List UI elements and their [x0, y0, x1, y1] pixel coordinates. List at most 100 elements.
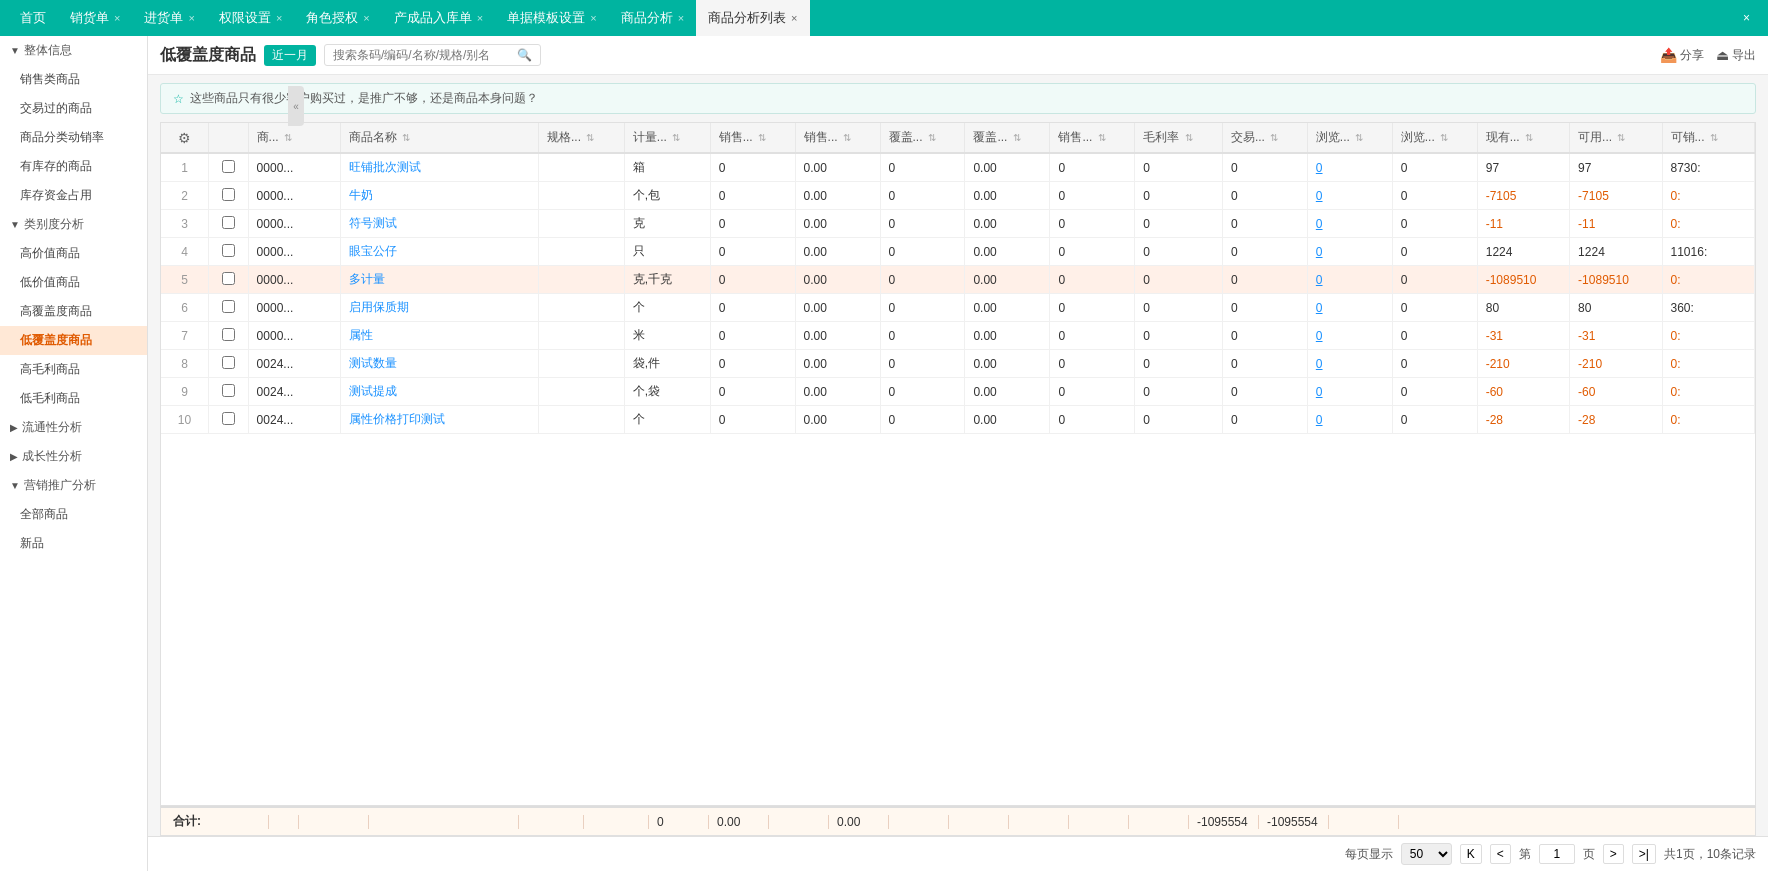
browse-link[interactable]: 0	[1316, 217, 1323, 231]
product-spec	[539, 266, 625, 294]
browse-link[interactable]: 0	[1316, 357, 1323, 371]
browse-link[interactable]: 0	[1316, 245, 1323, 259]
search-input[interactable]	[333, 48, 513, 62]
sidebar-item-inventory-products[interactable]: 有库存的商品	[0, 152, 147, 181]
row-checkbox[interactable]	[222, 244, 235, 257]
header-actions: 📤 分享 ⏏ 导出	[1660, 47, 1756, 64]
available-stock: 1224	[1570, 238, 1662, 266]
close-icon[interactable]: ×	[276, 12, 282, 24]
nav-product-analysis[interactable]: 商品分析 ×	[609, 0, 696, 36]
nav-role-auth[interactable]: 角色授权 ×	[294, 0, 381, 36]
sidebar-item-low-coverage[interactable]: 低覆盖度商品	[0, 326, 147, 355]
th-settings[interactable]: ⚙	[161, 123, 209, 153]
sidebar-item-low-value[interactable]: 低价值商品	[0, 268, 147, 297]
browse-link[interactable]: 0	[1316, 301, 1323, 315]
nav-product-inbound[interactable]: 产成品入库单 ×	[382, 0, 495, 36]
per-page-select[interactable]: 50 100 200	[1401, 843, 1452, 865]
nav-template-settings[interactable]: 单据模板设置 ×	[495, 0, 608, 36]
row-checkbox[interactable]	[222, 188, 235, 201]
footer-col-browse1	[1069, 815, 1129, 829]
row-checkbox[interactable]	[222, 160, 235, 173]
browse2: 0	[1392, 350, 1477, 378]
sidebar-item-high-value[interactable]: 高价值商品	[0, 239, 147, 268]
next-page-button[interactable]: >	[1603, 844, 1624, 864]
close-icon[interactable]: ×	[791, 12, 797, 24]
data-table-container[interactable]: ⚙ 商... ⇅ 商品名称 ⇅ 规格... ⇅ 计量... ⇅ 销售... ⇅ …	[160, 122, 1756, 806]
row-checkbox[interactable]	[222, 384, 235, 397]
row-checkbox-cell	[209, 182, 249, 210]
nav-sales-order[interactable]: 销货单 ×	[58, 0, 132, 36]
th-cover2: 覆盖... ⇅	[965, 123, 1050, 153]
sidebar-section-overall[interactable]: ▼ 整体信息	[0, 36, 147, 65]
product-name[interactable]: 测试提成	[341, 378, 539, 406]
saleable-qty: 11016:	[1662, 238, 1754, 266]
browse-link[interactable]: 0	[1316, 329, 1323, 343]
export-button[interactable]: ⏏ 导出	[1716, 47, 1756, 64]
close-all-button[interactable]: ×	[1733, 11, 1760, 25]
close-icon[interactable]: ×	[678, 12, 684, 24]
product-spec	[539, 153, 625, 182]
product-name[interactable]: 眼宝公仔	[341, 238, 539, 266]
close-icon[interactable]: ×	[590, 12, 596, 24]
sidebar-section-coverage[interactable]: ▼ 类别度分析	[0, 210, 147, 239]
nav-purchase-order[interactable]: 进货单 ×	[132, 0, 206, 36]
product-unit: 个,袋	[624, 378, 710, 406]
sidebar-item-all-products[interactable]: 全部商品	[0, 500, 147, 529]
close-icon[interactable]: ×	[114, 12, 120, 24]
page-unit: 页	[1583, 846, 1595, 863]
product-name[interactable]: 测试数量	[341, 350, 539, 378]
product-name[interactable]: 符号测试	[341, 210, 539, 238]
sidebar-collapse-button[interactable]: «	[288, 86, 304, 126]
nav-home[interactable]: 首页	[8, 0, 58, 36]
product-name[interactable]: 启用保质期	[341, 294, 539, 322]
sidebar-section-liquidity[interactable]: ▶ 流通性分析	[0, 413, 147, 442]
browse-link[interactable]: 0	[1316, 189, 1323, 203]
nav-permission-settings[interactable]: 权限设置 ×	[207, 0, 294, 36]
row-checkbox[interactable]	[222, 216, 235, 229]
product-name[interactable]: 多计量	[341, 266, 539, 294]
close-icon[interactable]: ×	[363, 12, 369, 24]
sidebar: ▼ 整体信息 销售类商品 交易过的商品 商品分类动销率 有库存的商品 库存资金占…	[0, 36, 148, 871]
row-checkbox[interactable]	[222, 356, 235, 369]
sidebar-item-new-products[interactable]: 新品	[0, 529, 147, 558]
prev-page-button[interactable]: <	[1490, 844, 1511, 864]
sidebar-item-traded-products[interactable]: 交易过的商品	[0, 94, 147, 123]
sidebar-section-marketing[interactable]: ▼ 营销推广分析	[0, 471, 147, 500]
row-checkbox[interactable]	[222, 300, 235, 313]
page-number-input[interactable]	[1539, 844, 1575, 864]
row-number: 4	[161, 238, 209, 266]
last-page-button[interactable]: >|	[1632, 844, 1656, 864]
period-button[interactable]: 近一月	[264, 45, 316, 66]
browse-link[interactable]: 0	[1316, 273, 1323, 287]
settings-icon[interactable]: ⚙	[178, 130, 191, 146]
row-checkbox[interactable]	[222, 328, 235, 341]
sidebar-section-growth[interactable]: ▶ 成长性分析	[0, 442, 147, 471]
available-stock: -31	[1570, 322, 1662, 350]
browse1: 0	[1307, 210, 1392, 238]
sales-qty: 0	[710, 182, 795, 210]
search-icon[interactable]: 🔍	[517, 48, 532, 62]
close-icon[interactable]: ×	[477, 12, 483, 24]
sidebar-item-low-margin[interactable]: 低毛利商品	[0, 384, 147, 413]
row-checkbox[interactable]	[222, 272, 235, 285]
sidebar-item-sales-products[interactable]: 销售类商品	[0, 65, 147, 94]
first-page-button[interactable]: K	[1460, 844, 1482, 864]
nav-product-analysis-list[interactable]: 商品分析列表 ×	[696, 0, 809, 36]
sidebar-item-category-sales-rate[interactable]: 商品分类动销率	[0, 123, 147, 152]
current-stock: -210	[1477, 350, 1569, 378]
browse-link[interactable]: 0	[1316, 413, 1323, 427]
share-button[interactable]: 📤 分享	[1660, 47, 1704, 64]
th-current: 现有... ⇅	[1477, 123, 1569, 153]
row-checkbox[interactable]	[222, 412, 235, 425]
browse-link[interactable]: 0	[1316, 161, 1323, 175]
sidebar-item-high-margin[interactable]: 高毛利商品	[0, 355, 147, 384]
product-name[interactable]: 牛奶	[341, 182, 539, 210]
browse-link[interactable]: 0	[1316, 385, 1323, 399]
gross-rate: 0	[1135, 266, 1223, 294]
product-name[interactable]: 属性	[341, 322, 539, 350]
sidebar-item-high-coverage[interactable]: 高覆盖度商品	[0, 297, 147, 326]
sidebar-item-inventory-capital[interactable]: 库存资金占用	[0, 181, 147, 210]
product-name[interactable]: 旺铺批次测试	[341, 153, 539, 182]
product-name[interactable]: 属性价格打印测试	[341, 406, 539, 434]
close-icon[interactable]: ×	[188, 12, 194, 24]
